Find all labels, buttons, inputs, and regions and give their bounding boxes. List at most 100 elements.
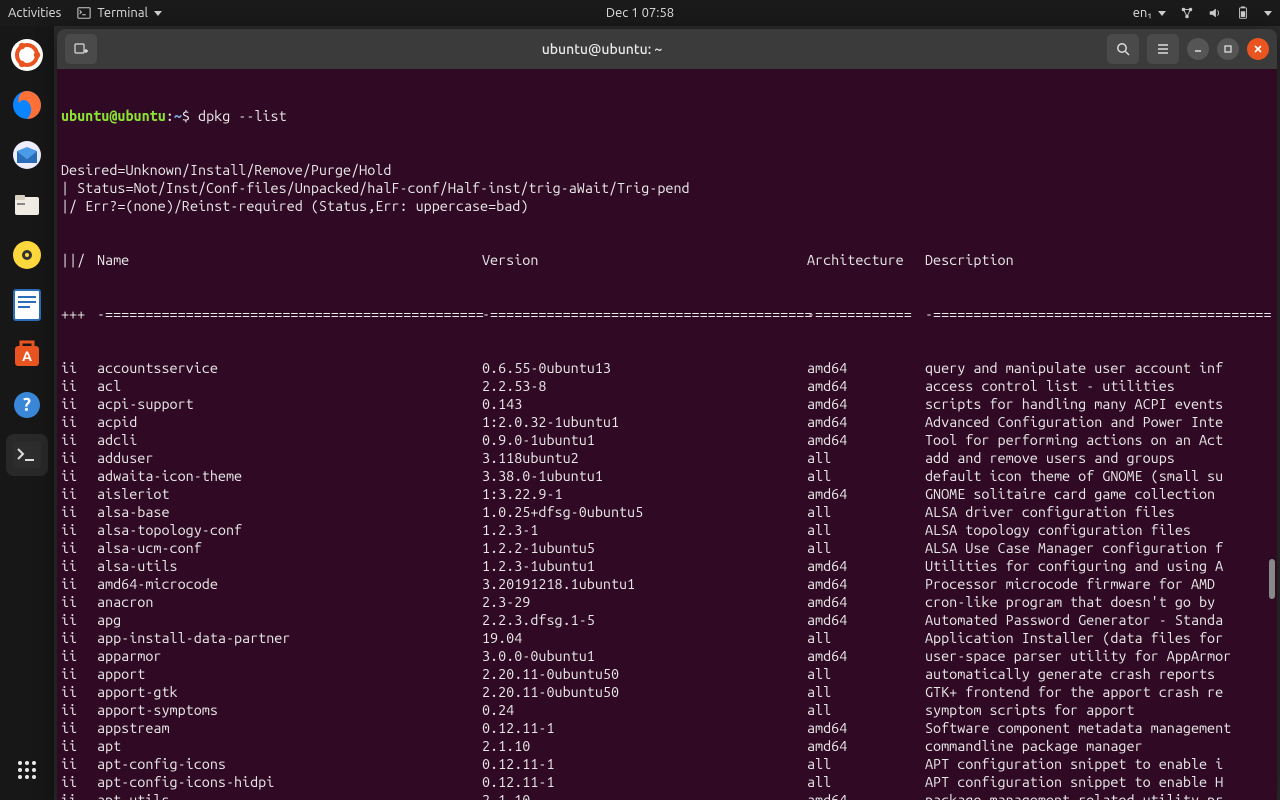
col-status: ||/ [61, 251, 97, 269]
package-row: iiaccountsservice0.6.55-0ubuntu13amd64qu… [61, 359, 1273, 377]
volume-icon[interactable] [1208, 6, 1222, 20]
activities-label: Activities [8, 6, 61, 20]
pkg-status: ii [61, 557, 97, 575]
pkg-version: 0.143 [482, 395, 807, 413]
scrollbar-thumb[interactable] [1269, 559, 1275, 599]
pkg-status: ii [61, 647, 97, 665]
pkg-version: 2.2.53-8 [482, 377, 807, 395]
pkg-version: 1.2.3-1 [482, 521, 807, 539]
pkg-arch: all [807, 683, 925, 701]
pkg-desc: cron-like program that doesn't go by [925, 593, 1273, 611]
pkg-name: app-install-data-partner [97, 629, 482, 647]
pkg-arch: amd64 [807, 737, 925, 755]
pkg-version: 3.118ubuntu2 [482, 449, 807, 467]
pkg-status: ii [61, 395, 97, 413]
pkg-status: ii [61, 719, 97, 737]
pkg-desc: package management related utility pr [925, 791, 1273, 800]
pkg-name: apport-symptoms [97, 701, 482, 719]
package-row: iiapt2.1.10amd64commandline package mana… [61, 737, 1273, 755]
battery-icon[interactable] [1236, 6, 1250, 20]
pkg-name: apt-config-icons [97, 755, 482, 773]
dock-files[interactable] [6, 184, 48, 226]
new-tab-button[interactable] [65, 34, 97, 64]
activities-button[interactable]: Activities [8, 6, 61, 20]
search-button[interactable] [1107, 34, 1139, 64]
close-button[interactable] [1247, 38, 1269, 60]
pkg-name: apparmor [97, 647, 482, 665]
window-title: ubuntu@ubuntu: ~ [105, 41, 1099, 57]
pkg-desc: Advanced Configuration and Power Inte [925, 413, 1273, 431]
dock-software[interactable]: A [6, 334, 48, 376]
terminal-content[interactable]: ubuntu@ubuntu:~$ dpkg --list Desired=Unk… [57, 69, 1277, 800]
pkg-arch: all [807, 665, 925, 683]
pkg-desc: automatically generate crash reports [925, 665, 1273, 683]
input-source-label: en₁ [1133, 6, 1152, 20]
pkg-arch: amd64 [807, 431, 925, 449]
maximize-icon [1223, 44, 1233, 54]
pkg-arch: all [807, 539, 925, 557]
package-row: iialsa-utils1.2.3-1ubuntu1amd64Utilities… [61, 557, 1273, 575]
package-row: iiapg2.2.3.dfsg.1-5amd64Automated Passwo… [61, 611, 1273, 629]
pkg-arch: all [807, 449, 925, 467]
pkg-name: adduser [97, 449, 482, 467]
col-desc: Description [925, 251, 1273, 269]
pkg-status: ii [61, 521, 97, 539]
pkg-version: 1.2.3-1ubuntu1 [482, 557, 807, 575]
dock-thunderbird[interactable] [6, 134, 48, 176]
pkg-arch: all [807, 503, 925, 521]
package-row: iialsa-base1.0.25+dfsg-0ubuntu5allALSA d… [61, 503, 1273, 521]
pkg-status: ii [61, 629, 97, 647]
pkg-name: apt-utils [97, 791, 482, 800]
output-line: | Status=Not/Inst/Conf-files/Unpacked/ha… [61, 179, 1273, 197]
maximize-button[interactable] [1217, 38, 1239, 60]
pkg-version: 2.20.11-0ubuntu50 [482, 665, 807, 683]
pkg-desc: Application Installer (data files for [925, 629, 1273, 647]
dock-writer[interactable] [6, 284, 48, 326]
pkg-status: ii [61, 485, 97, 503]
pkg-arch: all [807, 629, 925, 647]
pkg-arch: amd64 [807, 413, 925, 431]
menu-button[interactable] [1147, 34, 1179, 64]
column-headers: ||/NameVersionArchitectureDescription [61, 251, 1273, 269]
pkg-version: 1.2.2-1ubuntu5 [482, 539, 807, 557]
separator-row: +++-====================================… [61, 305, 1273, 323]
minimize-button[interactable] [1187, 38, 1209, 60]
input-source[interactable]: en₁ [1133, 6, 1166, 20]
pkg-status: ii [61, 773, 97, 791]
app-menu[interactable]: Terminal [77, 6, 162, 20]
pkg-arch: amd64 [807, 719, 925, 737]
pkg-desc: Processor microcode firmware for AMD [925, 575, 1273, 593]
terminal-scrollbar[interactable] [1267, 169, 1277, 800]
prompt-userhost: ubuntu@ubuntu [61, 108, 166, 124]
dock-firefox[interactable] [6, 84, 48, 126]
titlebar[interactable]: ubuntu@ubuntu: ~ [57, 29, 1277, 69]
pkg-arch: all [807, 521, 925, 539]
pkg-desc: commandline package manager [925, 737, 1273, 755]
pkg-version: 3.20191218.1ubuntu1 [482, 575, 807, 593]
pkg-name: alsa-ucm-conf [97, 539, 482, 557]
pkg-name: acpi-support [97, 395, 482, 413]
pkg-status: ii [61, 449, 97, 467]
dock-ubuntu-logo[interactable] [6, 34, 48, 76]
pkg-name: amd64-microcode [97, 575, 482, 593]
package-row: iialsa-ucm-conf1.2.2-1ubuntu5allALSA Use… [61, 539, 1273, 557]
pkg-status: ii [61, 575, 97, 593]
show-applications[interactable] [16, 759, 38, 800]
pkg-name: alsa-base [97, 503, 482, 521]
pkg-version: 2.3-29 [482, 593, 807, 611]
dock-rhythmbox[interactable] [6, 234, 48, 276]
col-version: Version [482, 251, 807, 269]
pkg-name: acl [97, 377, 482, 395]
network-icon[interactable] [1180, 6, 1194, 20]
output-line: Desired=Unknown/Install/Remove/Purge/Hol… [61, 161, 1273, 179]
package-row: iiapparmor3.0.0-0ubuntu1amd64user-space … [61, 647, 1273, 665]
dock-terminal[interactable] [6, 434, 48, 476]
search-icon [1116, 42, 1131, 57]
dock-help[interactable]: ? [6, 384, 48, 426]
hamburger-icon [1156, 42, 1170, 56]
pkg-desc: ALSA Use Case Manager configuration f [925, 539, 1273, 557]
pkg-status: ii [61, 701, 97, 719]
dock: A ? [0, 26, 54, 800]
pkg-status: ii [61, 665, 97, 683]
clock[interactable]: Dec 1 07:58 [606, 6, 674, 20]
